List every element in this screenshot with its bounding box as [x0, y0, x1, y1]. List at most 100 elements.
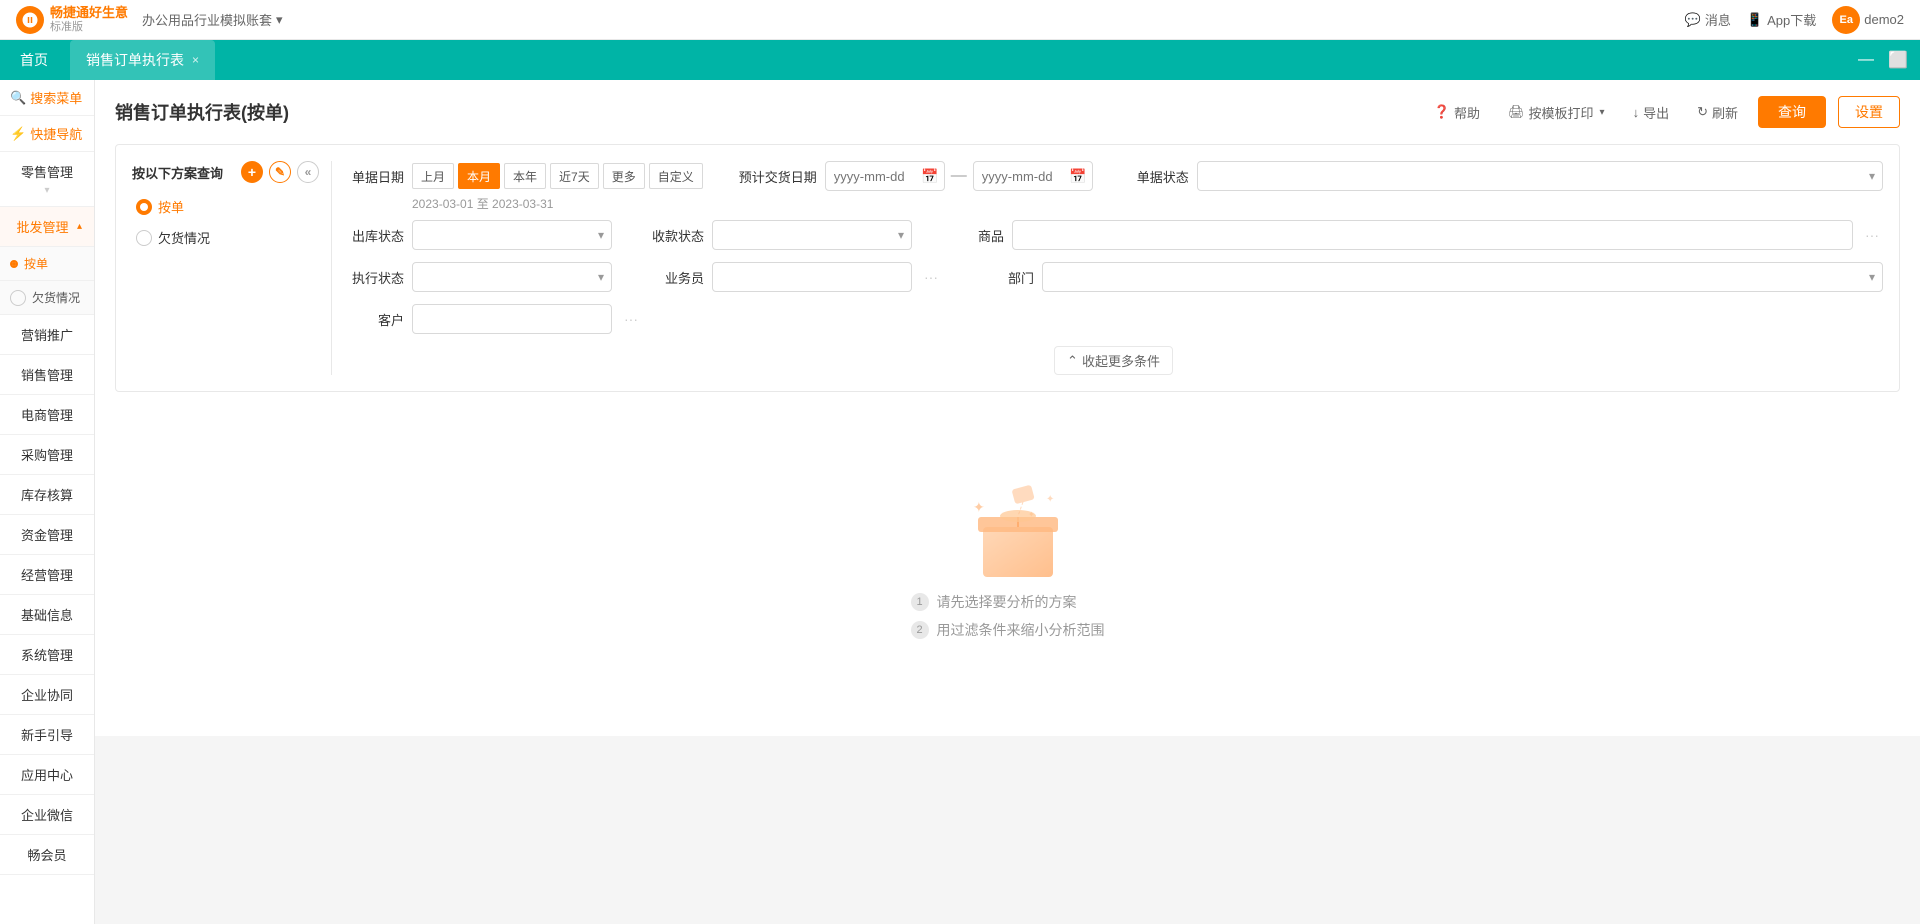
filter-scheme-order[interactable]: 按单 — [132, 191, 319, 222]
svg-text:✦: ✦ — [973, 499, 985, 515]
salesperson-input[interactable] — [712, 262, 912, 292]
filter-collapse-row: ⌃ 收起更多条件 — [344, 346, 1883, 375]
expected-date-end[interactable] — [973, 161, 1093, 191]
filter-section: 按以下方案查询 + ✎ « — [115, 144, 1900, 392]
empty-tip-1: 1 请先选择要分析的方案 — [911, 592, 1105, 612]
sidebar: 🔍 搜索菜单 ⚡ 快捷导航 零售管理 ▾ 批发管理 ▴ 按单 欠货情况 — [0, 80, 95, 924]
sidebar-ecommerce-label: 电商管理 — [21, 405, 73, 424]
sidebar-item-ecommerce[interactable]: 电商管理 — [0, 395, 94, 435]
query-button[interactable]: 查询 — [1758, 96, 1826, 128]
sidebar-quick-label: 快捷导航 — [30, 124, 82, 143]
sidebar-item-basic[interactable]: 基础信息 — [0, 595, 94, 635]
sidebar-search[interactable]: 🔍 搜索菜单 — [0, 80, 94, 116]
customer-input[interactable] — [412, 304, 612, 334]
customer-label: 客户 — [344, 310, 404, 329]
filter-row-2: 出库状态 收款状态 — [344, 220, 1883, 250]
filter-out-status-field: 出库状态 — [344, 220, 612, 250]
sidebar-item-retail[interactable]: 零售管理 ▾ — [0, 152, 94, 207]
sidebar-item-operation[interactable]: 经营管理 — [0, 555, 94, 595]
sidebar-item-newbie[interactable]: 新手引导 — [0, 715, 94, 755]
filter-expected-date-field: 预计交货日期 📅 — 📅 — [739, 161, 1093, 191]
help-btn[interactable]: ❓ 帮助 — [1426, 99, 1488, 126]
tab-minimize-icon[interactable]: — — [1854, 48, 1878, 72]
date-tag-group: 上月 本月 本年 近7天 更多 自定义 — [412, 163, 703, 189]
sidebar-search-label: 搜索菜单 — [30, 88, 82, 107]
date-tag-more[interactable]: 更多 — [603, 163, 645, 189]
message-btn[interactable]: 💬 消息 — [1685, 10, 1731, 29]
out-status-select[interactable] — [412, 220, 612, 250]
sidebar-item-appcenter[interactable]: 应用中心 — [0, 755, 94, 795]
doc-status-select[interactable] — [1197, 161, 1883, 191]
svg-text:✦: ✦ — [1046, 494, 1054, 505]
sidebar-item-inventory[interactable]: 库存核算 — [0, 475, 94, 515]
sidebar-quick-nav[interactable]: ⚡ 快捷导航 — [0, 116, 94, 152]
refresh-icon: ↻ — [1697, 104, 1708, 120]
settings-button[interactable]: 设置 — [1838, 96, 1900, 128]
sidebar-item-marketing[interactable]: 营销推广 — [0, 315, 94, 355]
date-tag-this-year[interactable]: 本年 — [504, 163, 546, 189]
sidebar-item-enterprise[interactable]: 企业协同 — [0, 675, 94, 715]
empty-tip-2: 2 用过滤条件来缩小分析范围 — [911, 620, 1105, 640]
sidebar-marketing-label: 营销推广 — [21, 325, 73, 344]
export-btn[interactable]: ↓ 导出 — [1625, 99, 1678, 126]
tab-sales-order[interactable]: 销售订单执行表 × — [70, 40, 215, 80]
sidebar-item-member[interactable]: 畅会员 — [0, 835, 94, 875]
sidebar-item-finance[interactable]: 资金管理 — [0, 515, 94, 555]
date-separator: — — [951, 167, 967, 185]
date-tag-last-month[interactable]: 上月 — [412, 163, 454, 189]
tab-close-icon[interactable]: × — [192, 53, 199, 67]
exec-status-select-wrap — [412, 262, 612, 292]
print-btn[interactable]: 🖨 按模板打印 ▾ — [1500, 99, 1613, 126]
doc-date-label: 单据日期 — [344, 167, 404, 186]
export-label: 导出 — [1643, 103, 1669, 122]
sidebar-item-weixin[interactable]: 企业微信 — [0, 795, 94, 835]
page-wrapper: 销售订单执行表(按单) ❓ 帮助 🖨 按模板打印 ▾ ↓ 导出 — [95, 80, 1920, 736]
date-tag-this-month[interactable]: 本月 — [458, 163, 500, 189]
sidebar-item-purchase[interactable]: 采购管理 — [0, 435, 94, 475]
sidebar-subitem-debt[interactable]: 欠货情况 — [0, 281, 94, 315]
salesperson-more-icon[interactable]: ··· — [920, 269, 942, 285]
department-select[interactable] — [1042, 262, 1883, 292]
breadcrumb-dropdown[interactable]: 办公用品行业模拟账套 ▾ — [136, 8, 289, 31]
scheme-order-label: 按单 — [158, 197, 184, 216]
home-tab-label: 首页 — [20, 50, 48, 70]
user-profile-btn[interactable]: Ea demo2 — [1832, 6, 1904, 34]
app-download-btn[interactable]: 📱 App下载 — [1747, 10, 1816, 29]
product-label: 商品 — [944, 226, 1004, 245]
date-tag-custom[interactable]: 自定义 — [649, 163, 703, 189]
header-left: 畅捷通好生意 标准版 办公用品行业模拟账套 ▾ — [16, 5, 289, 34]
date-tag-7days[interactable]: 近7天 — [550, 163, 599, 189]
exec-status-select[interactable] — [412, 262, 612, 292]
tip-num-2: 2 — [911, 621, 929, 639]
message-label: 消息 — [1705, 10, 1731, 29]
filter-left-actions: + ✎ « — [241, 161, 319, 183]
app-download-icon: 📱 — [1747, 12, 1763, 28]
filter-edit-icon[interactable]: ✎ — [269, 161, 291, 183]
sidebar-item-system[interactable]: 系统管理 — [0, 635, 94, 675]
tab-maximize-icon[interactable]: ⬜ — [1886, 48, 1910, 72]
filter-left-panel: 按以下方案查询 + ✎ « — [132, 161, 332, 375]
tab-bar: 首页 销售订单执行表 × — ⬜ — [0, 40, 1920, 80]
sidebar-item-sales[interactable]: 销售管理 — [0, 355, 94, 395]
sidebar-subitem-order[interactable]: 按单 — [0, 247, 94, 281]
filter-collapse-panel-icon[interactable]: « — [297, 161, 319, 183]
customer-more-icon[interactable]: ··· — [620, 311, 642, 327]
filter-scheme-debt[interactable]: 欠货情况 — [132, 222, 319, 253]
refresh-btn[interactable]: ↻ 刷新 — [1689, 99, 1746, 126]
sub-dot-order — [10, 260, 18, 268]
expected-date-start[interactable] — [825, 161, 945, 191]
product-more-icon[interactable]: ··· — [1861, 227, 1883, 243]
sidebar-item-wholesale[interactable]: 批发管理 ▴ — [0, 207, 94, 247]
receive-status-select[interactable] — [712, 220, 912, 250]
filter-add-icon[interactable]: + — [241, 161, 263, 183]
sidebar-newbie-label: 新手引导 — [21, 725, 73, 744]
filter-doc-date-field: 单据日期 上月 本月 本年 近7天 更多 自定义 — [344, 163, 703, 189]
product-input[interactable] — [1012, 220, 1853, 250]
sidebar-wholesale-subitems: 按单 欠货情况 — [0, 247, 94, 315]
sidebar-subitem-order-label: 按单 — [24, 255, 48, 272]
breadcrumb-text: 办公用品行业模拟账套 — [142, 10, 272, 29]
expected-date-end-wrap: 📅 — [973, 161, 1093, 191]
collapse-more-btn[interactable]: ⌃ 收起更多条件 — [1054, 346, 1173, 375]
receive-status-label: 收款状态 — [644, 226, 704, 245]
tab-home[interactable]: 首页 — [0, 40, 68, 80]
